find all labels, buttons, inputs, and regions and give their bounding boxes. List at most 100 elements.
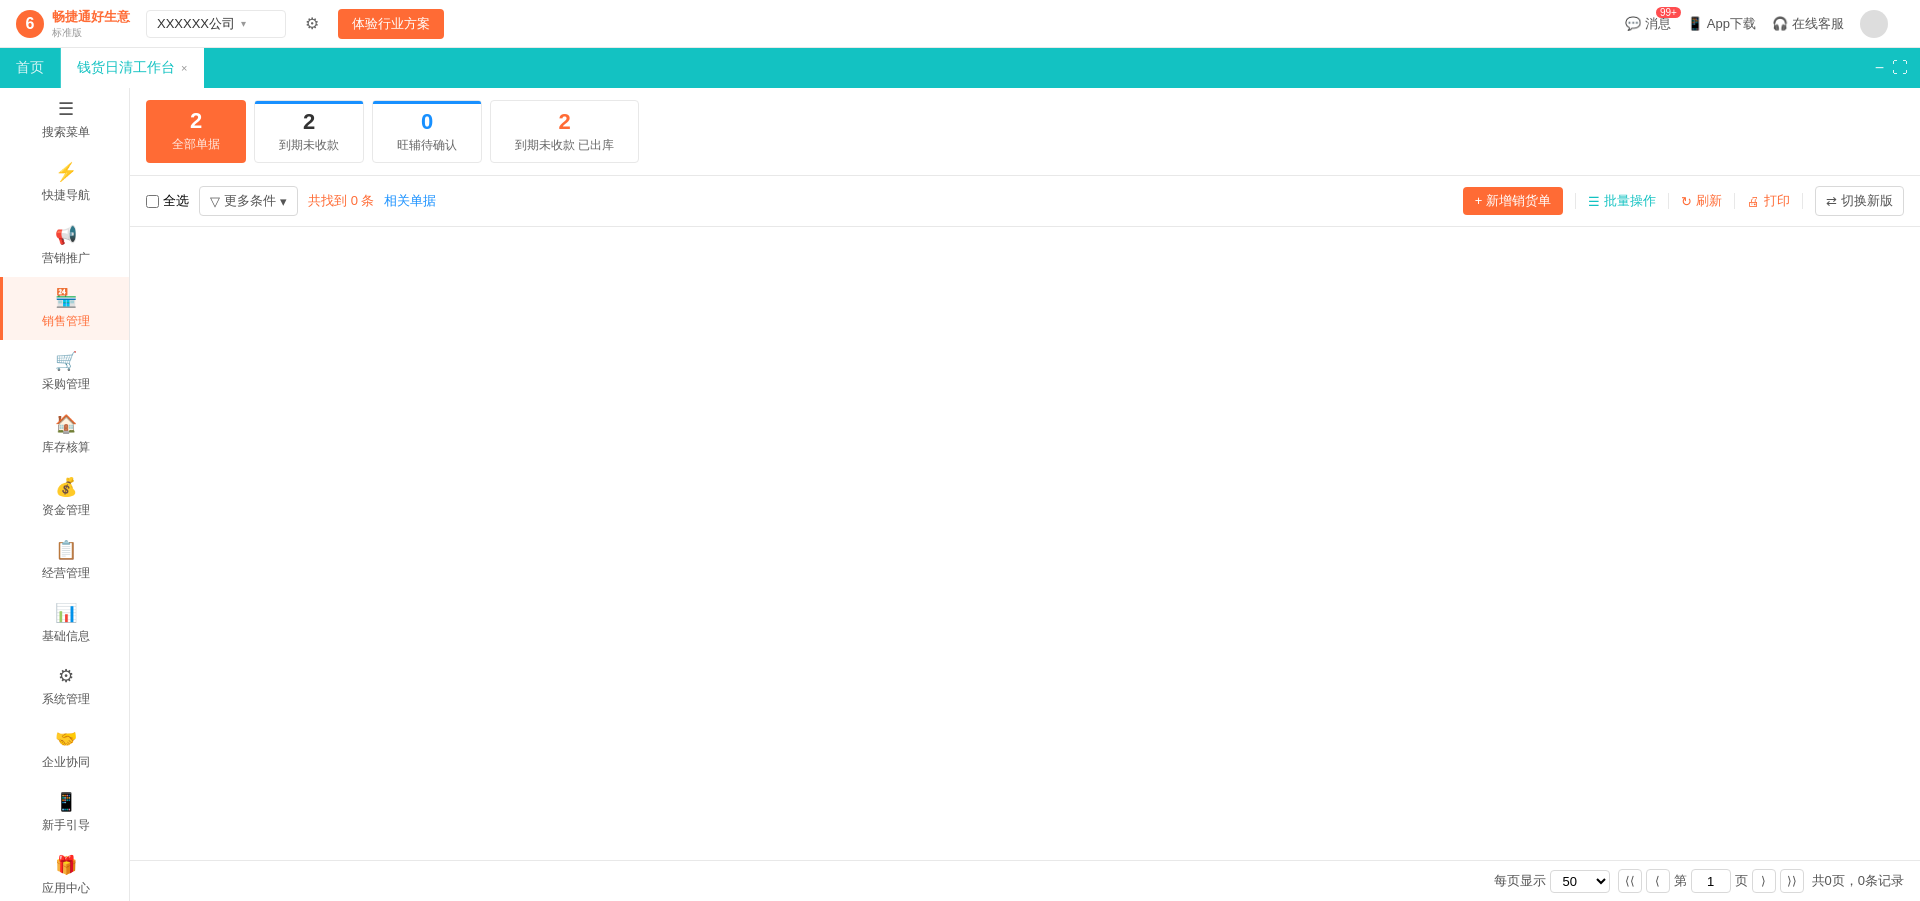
stat-number-pending: 0 bbox=[421, 109, 433, 135]
stat-card-overdue-shipped[interactable]: 2 到期未收款 已出库 bbox=[490, 100, 639, 163]
sidebar-item-inventory[interactable]: 🏠 库存核算 bbox=[0, 403, 129, 466]
tab-close-icon[interactable]: × bbox=[181, 62, 187, 74]
top-header: 6 畅捷通好生意 标准版 XXXXXX公司 ▾ ⚙ 体验行业方案 💬 消息 99… bbox=[0, 0, 1920, 48]
app-label: App下载 bbox=[1707, 15, 1756, 33]
sidebar-item-quick-nav[interactable]: ⚡ 快捷导航 bbox=[0, 151, 129, 214]
batch-icon: ☰ bbox=[1588, 194, 1600, 209]
stat-card-all[interactable]: 2 全部单据 bbox=[146, 100, 246, 163]
first-page-button[interactable]: ⟨⟨ bbox=[1618, 869, 1642, 893]
sidebar-item-marketing[interactable]: 📢 营销推广 bbox=[0, 214, 129, 277]
settings-button[interactable]: ⚙ bbox=[296, 8, 328, 40]
sidebar-item-cooperation[interactable]: 🤝 企业协同 bbox=[0, 718, 129, 781]
company-selector[interactable]: XXXXXX公司 ▾ bbox=[146, 10, 286, 38]
sidebar-item-purchase[interactable]: 🛒 采购管理 bbox=[0, 340, 129, 403]
select-all-checkbox[interactable]: 全选 bbox=[146, 192, 189, 210]
tab-home[interactable]: 首页 bbox=[0, 48, 61, 88]
sidebar-item-finance[interactable]: 💰 资金管理 bbox=[0, 466, 129, 529]
message-icon: 💬 bbox=[1625, 16, 1641, 31]
guide-icon: 📱 bbox=[55, 791, 77, 813]
avatar[interactable] bbox=[1860, 10, 1888, 38]
header-right: 💬 消息 99+ 📱 App下载 🎧 在线客服 bbox=[1625, 10, 1904, 38]
marketing-icon: 📢 bbox=[55, 224, 77, 246]
message-button[interactable]: 💬 消息 99+ bbox=[1625, 15, 1671, 33]
divider3 bbox=[1734, 193, 1735, 209]
sidebar-item-search-menu[interactable]: ☰ 搜索菜单 bbox=[0, 88, 129, 151]
sidebar-label-basic-info: 基础信息 bbox=[42, 628, 90, 645]
sidebar-item-app-center[interactable]: 🎁 应用中心 bbox=[0, 844, 129, 901]
stat-card-pending[interactable]: 0 旺辅待确认 bbox=[372, 100, 482, 163]
app-icon: 📱 bbox=[1687, 16, 1703, 31]
next-page-button[interactable]: ⟩ bbox=[1752, 869, 1776, 893]
trial-button[interactable]: 体验行业方案 bbox=[338, 9, 444, 39]
filter-button[interactable]: ▽ 更多条件 ▾ bbox=[199, 186, 298, 216]
sidebar-label-system: 系统管理 bbox=[42, 691, 90, 708]
stat-label-all: 全部单据 bbox=[172, 136, 220, 153]
stat-cards: 2 全部单据 2 到期未收款 0 旺辅待确认 2 到期未收款 已出库 bbox=[130, 88, 1920, 176]
logo-sub-text: 标准版 bbox=[52, 26, 130, 40]
prev-page-button[interactable]: ⟨ bbox=[1646, 869, 1670, 893]
last-page-button[interactable]: ⟩⟩ bbox=[1780, 869, 1804, 893]
stat-number-overdue-shipped: 2 bbox=[559, 109, 571, 135]
search-menu-icon: ☰ bbox=[58, 98, 74, 120]
print-button[interactable]: 🖨 打印 bbox=[1747, 192, 1790, 210]
refresh-icon: ↻ bbox=[1681, 194, 1692, 209]
switch-label: 切换新版 bbox=[1841, 192, 1893, 210]
count-unit: 条 bbox=[361, 193, 374, 208]
main-layout: ☰ 搜索菜单 ⚡ 快捷导航 📢 营销推广 🏪 销售管理 🛒 采购管理 🏠 库存核… bbox=[0, 88, 1920, 901]
stat-number-all: 2 bbox=[190, 108, 202, 134]
cooperation-icon: 🤝 bbox=[55, 728, 77, 750]
inventory-icon: 🏠 bbox=[55, 413, 77, 435]
chevron-down-icon: ▾ bbox=[241, 18, 246, 29]
select-all-label: 全选 bbox=[163, 192, 189, 210]
sidebar-item-basic-info[interactable]: 📊 基础信息 bbox=[0, 592, 129, 655]
tab-work-platform-label: 钱货日清工作台 bbox=[77, 59, 175, 77]
print-icon: 🖨 bbox=[1747, 194, 1760, 209]
batch-operations-button[interactable]: ☰ 批量操作 bbox=[1588, 192, 1656, 210]
toolbar: 全选 ▽ 更多条件 ▾ 共找到 0 条 相关单据 + 新增销货单 ☰ bbox=[130, 176, 1920, 227]
stat-card-overdue[interactable]: 2 到期未收款 bbox=[254, 100, 364, 163]
stat-label-pending: 旺辅待确认 bbox=[397, 137, 457, 154]
service-label: 在线客服 bbox=[1792, 15, 1844, 33]
stat-label-overdue: 到期未收款 bbox=[279, 137, 339, 154]
select-all-input[interactable] bbox=[146, 195, 159, 208]
divider bbox=[1575, 193, 1576, 209]
page-size-select-input[interactable]: 50 100 200 bbox=[1550, 870, 1610, 893]
sidebar-label-app-center: 应用中心 bbox=[42, 880, 90, 897]
sidebar-label-search-menu: 搜索菜单 bbox=[42, 124, 90, 141]
content-area: 2 全部单据 2 到期未收款 0 旺辅待确认 2 到期未收款 已出库 bbox=[130, 88, 1920, 901]
system-icon: ⚙ bbox=[58, 665, 74, 687]
maximize-icon[interactable]: ⛶ bbox=[1892, 59, 1908, 77]
batch-label: 批量操作 bbox=[1604, 192, 1656, 210]
count-info: 共找到 0 条 bbox=[308, 192, 374, 210]
switch-version-button[interactable]: ⇄ 切换新版 bbox=[1815, 186, 1904, 216]
divider4 bbox=[1802, 193, 1803, 209]
filter-label: 更多条件 bbox=[224, 192, 276, 210]
stat-number-overdue: 2 bbox=[303, 109, 315, 135]
page-prefix: 第 bbox=[1674, 872, 1687, 890]
gear-icon: ⚙ bbox=[305, 14, 319, 33]
tab-home-label: 首页 bbox=[16, 59, 44, 77]
operations-icon: 📋 bbox=[55, 539, 77, 561]
add-sales-order-button[interactable]: + 新增销货单 bbox=[1463, 187, 1563, 215]
refresh-button[interactable]: ↻ 刷新 bbox=[1681, 192, 1722, 210]
sidebar: ☰ 搜索菜单 ⚡ 快捷导航 📢 营销推广 🏪 销售管理 🛒 采购管理 🏠 库存核… bbox=[0, 88, 130, 901]
sidebar-item-system[interactable]: ⚙ 系统管理 bbox=[0, 655, 129, 718]
service-icon: 🎧 bbox=[1772, 16, 1788, 31]
sidebar-item-guide[interactable]: 📱 新手引导 bbox=[0, 781, 129, 844]
filter-chevron: ▾ bbox=[280, 194, 287, 209]
logo-area: 6 畅捷通好生意 标准版 bbox=[16, 8, 146, 40]
purchase-icon: 🛒 bbox=[55, 350, 77, 372]
sidebar-item-sales[interactable]: 🏪 销售管理 bbox=[0, 277, 129, 340]
related-records-link[interactable]: 相关单据 bbox=[384, 192, 436, 210]
tab-indicator-pending bbox=[373, 101, 481, 104]
finance-icon: 💰 bbox=[55, 476, 77, 498]
tab-work-platform[interactable]: 钱货日清工作台 × bbox=[61, 48, 204, 88]
online-service-button[interactable]: 🎧 在线客服 bbox=[1772, 15, 1844, 33]
refresh-label: 刷新 bbox=[1696, 192, 1722, 210]
nav-tab-actions: − ⛶ bbox=[1875, 59, 1920, 77]
sidebar-item-operations[interactable]: 📋 经营管理 bbox=[0, 529, 129, 592]
divider2 bbox=[1668, 193, 1669, 209]
page-number-input[interactable] bbox=[1691, 869, 1731, 893]
minimize-icon[interactable]: − bbox=[1875, 59, 1884, 77]
app-download-button[interactable]: 📱 App下载 bbox=[1687, 15, 1756, 33]
